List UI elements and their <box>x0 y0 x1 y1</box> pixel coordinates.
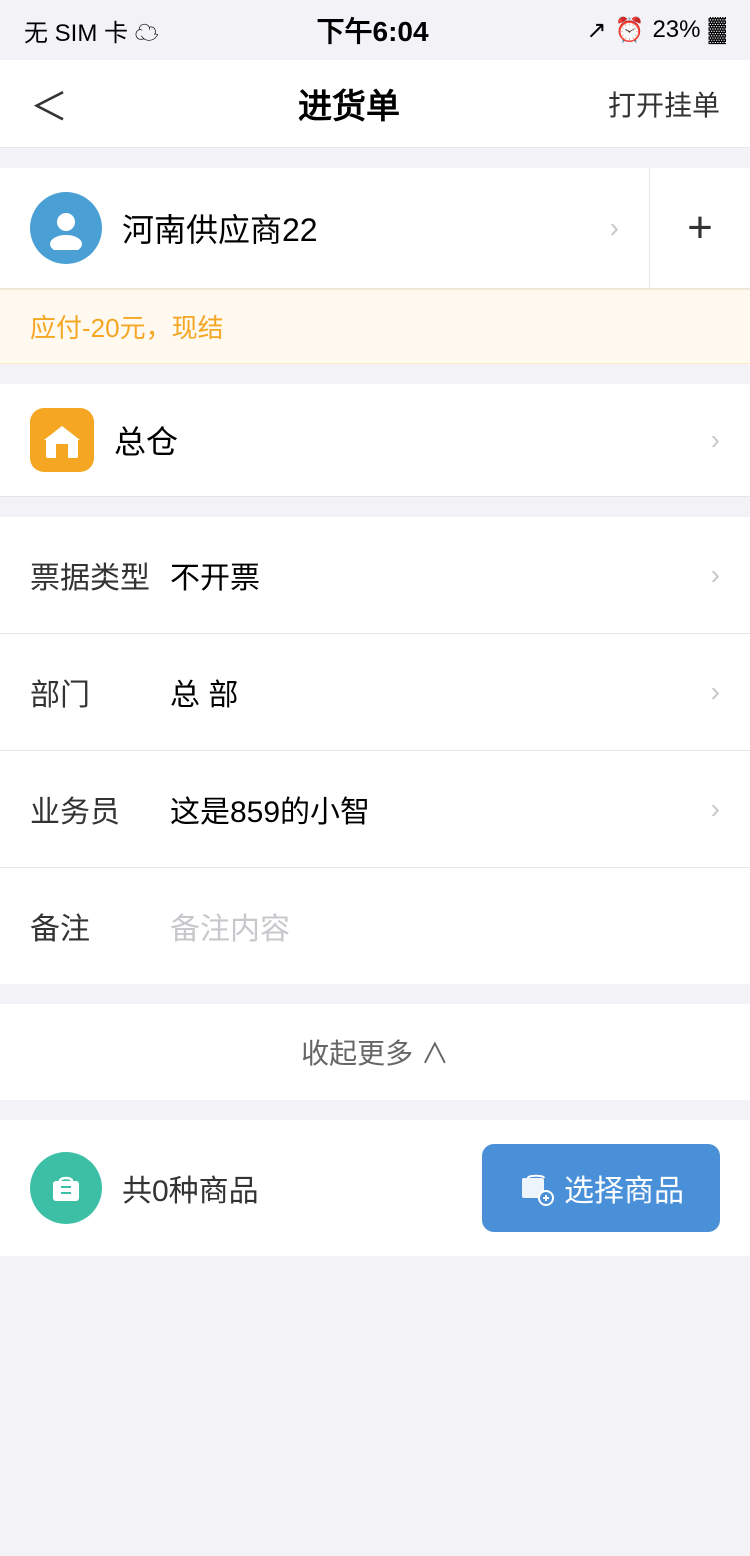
product-count: 共0种商品 <box>122 1166 462 1210</box>
battery-percent: 23% <box>652 16 700 44</box>
department-label: 部门 <box>30 670 170 714</box>
sim-signal: 无 SIM 卡 ☁ <box>24 13 159 48</box>
status-bar: 无 SIM 卡 ☁ 下午6:04 ↗ ⏰ 23% ▓ <box>0 0 750 60</box>
status-time: 下午6:04 <box>317 10 429 50</box>
supplier-selector[interactable]: 河南供应商22 › <box>0 168 650 288</box>
department-chevron-icon: › <box>711 676 720 708</box>
product-cart-icon <box>30 1152 102 1224</box>
select-product-button[interactable]: 选择商品 <box>482 1144 720 1232</box>
collapse-label: 收起更多 ∧ <box>301 1032 449 1072</box>
supplier-avatar <box>30 192 102 264</box>
invoice-type-chevron-icon: › <box>711 559 720 591</box>
warehouse-section[interactable]: 总仓 › <box>0 384 750 497</box>
add-supplier-button[interactable]: + <box>650 179 750 277</box>
open-pending-button[interactable]: 打开挂单 <box>608 84 720 124</box>
select-product-label: 选择商品 <box>564 1166 684 1210</box>
status-right: ↗ ⏰ 23% ▓ <box>586 16 726 45</box>
department-row[interactable]: 部门 总 部 › <box>0 634 750 751</box>
supplier-name: 河南供应商22 <box>122 205 600 251</box>
nav-bar: ＜ 进货单 打开挂单 <box>0 60 750 148</box>
collapse-section[interactable]: 收起更多 ∧ <box>0 1004 750 1100</box>
alarm-icon: ⏰ <box>615 16 645 45</box>
remark-input[interactable]: 备注内容 <box>170 904 720 948</box>
invoice-type-label: 票据类型 <box>30 553 170 597</box>
battery-icon: ▓ <box>708 16 726 44</box>
supplier-chevron-icon: › <box>610 212 619 244</box>
invoice-type-row[interactable]: 票据类型 不开票 › <box>0 517 750 634</box>
salesperson-label: 业务员 <box>30 787 170 831</box>
form-section: 票据类型 不开票 › 部门 总 部 › 业务员 这是859的小智 › 备注 备注… <box>0 517 750 984</box>
remark-label: 备注 <box>30 904 170 948</box>
content-area: 河南供应商22 › + 应付-20元，现结 总仓 › 票据类型 不开票 › 部门… <box>0 168 750 1556</box>
remark-row[interactable]: 备注 备注内容 <box>0 868 750 984</box>
warehouse-name: 总仓 <box>114 417 701 463</box>
back-button[interactable]: ＜ <box>30 76 90 131</box>
warehouse-chevron-icon: › <box>711 424 720 456</box>
status-left: 无 SIM 卡 ☁ <box>24 13 159 48</box>
remaining-background <box>0 1256 750 1556</box>
invoice-type-value: 不开票 <box>170 553 701 597</box>
page-title: 进货单 <box>298 79 400 128</box>
salesperson-row[interactable]: 业务员 这是859的小智 › <box>0 751 750 868</box>
department-value: 总 部 <box>170 670 701 714</box>
bottom-bar: 共0种商品 选择商品 <box>0 1120 750 1256</box>
salesperson-chevron-icon: › <box>711 793 720 825</box>
warehouse-icon <box>30 408 94 472</box>
notice-banner: 应付-20元，现结 <box>0 289 750 364</box>
location-icon: ↗ <box>586 16 606 45</box>
supplier-section: 河南供应商22 › + <box>0 168 750 289</box>
salesperson-value: 这是859的小智 <box>170 787 701 831</box>
